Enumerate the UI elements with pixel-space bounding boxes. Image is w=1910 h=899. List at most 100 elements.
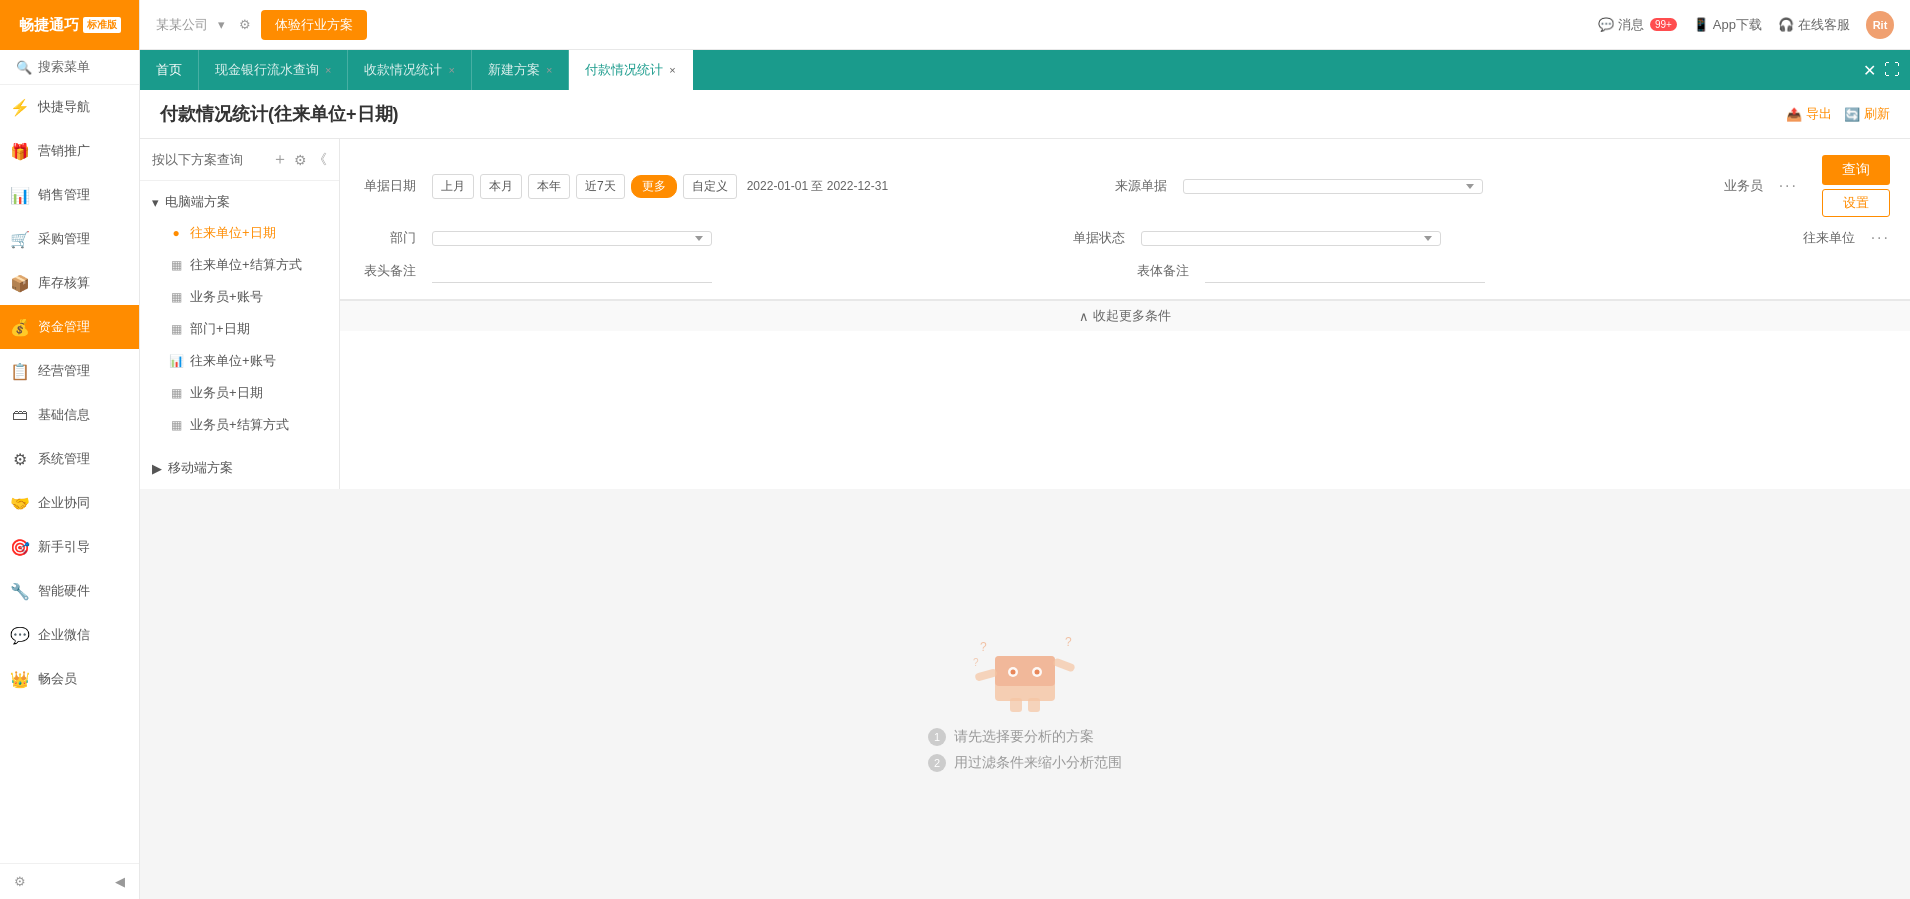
more-btn[interactable]: 更多: [631, 175, 677, 198]
nav-label: 新手引导: [38, 538, 90, 556]
sidebar-item-basic[interactable]: 🗃 基础信息: [0, 393, 139, 437]
custom-btn[interactable]: 自定义: [683, 174, 737, 199]
system-icon: ⚙: [10, 449, 30, 469]
tab-home[interactable]: 首页: [140, 50, 199, 90]
sidebar-item-corp[interactable]: 🤝 企业协同: [0, 481, 139, 525]
app-download-btn[interactable]: 📱 App下载: [1693, 16, 1762, 34]
sidebar-item-system[interactable]: ⚙ 系统管理: [0, 437, 139, 481]
data-area: ? ? ? 1 请先选择要分析的方案 2 用过滤条件来缩小分析范围: [140, 489, 1910, 899]
bottom-settings-icon[interactable]: ⚙: [14, 874, 26, 889]
sidebar-logo: 畅捷通巧 标准版: [0, 0, 139, 50]
refresh-label: 刷新: [1864, 105, 1890, 123]
nav-label: 经营管理: [38, 362, 90, 380]
scheme-settings-icon[interactable]: ⚙: [294, 152, 307, 168]
staff-label: 业务员: [1707, 177, 1763, 195]
maximize-icon[interactable]: ⛶: [1884, 61, 1900, 79]
dropdown-icon[interactable]: ▾: [218, 17, 225, 32]
scheme-item-staff-settle[interactable]: ▦ 业务员+结算方式: [140, 409, 339, 441]
tab-payment-stats[interactable]: 付款情况统计 ×: [569, 50, 692, 90]
settings-icon[interactable]: ⚙: [239, 17, 251, 32]
bill-status-label: 单据状态: [1069, 229, 1125, 247]
prev-month-btn[interactable]: 上月: [432, 174, 474, 199]
svg-rect-9: [1028, 698, 1040, 712]
purchase-icon: 🛒: [10, 229, 30, 249]
scheme-item-partner-account[interactable]: 📊 往来单位+账号: [140, 345, 339, 377]
scheme-item-staff-account[interactable]: ▦ 业务员+账号: [140, 281, 339, 313]
user-avatar[interactable]: Rit: [1866, 11, 1894, 39]
collapse-conditions-btn[interactable]: ∧ 收起更多条件: [340, 300, 1910, 331]
tip-text-2: 用过滤条件来缩小分析范围: [954, 754, 1122, 772]
nav-label: 营销推广: [38, 142, 90, 160]
bill-status-select[interactable]: [1141, 231, 1441, 246]
sidebar-item-purchase[interactable]: 🛒 采购管理: [0, 217, 139, 261]
scheme-group-mobile-title[interactable]: ▶ 移动端方案: [140, 453, 339, 483]
tab-payment-stats-close[interactable]: ×: [669, 64, 675, 76]
sidebar-item-guide[interactable]: 🎯 新手引导: [0, 525, 139, 569]
source-label: 来源单据: [1111, 177, 1167, 195]
cur-year-btn[interactable]: 本年: [528, 174, 570, 199]
source-select[interactable]: [1183, 179, 1483, 194]
recent-7-btn[interactable]: 近7天: [576, 174, 625, 199]
partner-dots-btn[interactable]: ···: [1871, 229, 1890, 247]
message-icon: 💬: [1598, 17, 1614, 32]
sidebar-item-operation[interactable]: 📋 经营管理: [0, 349, 139, 393]
export-btn[interactable]: 📤 导出: [1786, 105, 1832, 123]
sidebar-search[interactable]: 🔍 搜索菜单: [0, 50, 139, 85]
scheme-group-mobile: ▶ 移动端方案: [140, 447, 339, 489]
scheme-item-partner-date[interactable]: ● 往来单位+日期: [140, 217, 339, 249]
sidebar-item-member[interactable]: 👑 畅会员: [0, 657, 139, 701]
sidebar-item-inventory[interactable]: 📦 库存核算: [0, 261, 139, 305]
dept-dropdown-icon: [695, 236, 703, 241]
sidebar-item-wechat[interactable]: 💬 企业微信: [0, 613, 139, 657]
add-scheme-icon[interactable]: ＋: [272, 149, 288, 170]
guide-icon: 🎯: [10, 537, 30, 557]
trial-btn[interactable]: 体验行业方案: [261, 10, 367, 40]
empty-tips: 1 请先选择要分析的方案 2 用过滤条件来缩小分析范围: [928, 728, 1122, 772]
body-note-input[interactable]: [1205, 259, 1485, 283]
sidebar-item-sales[interactable]: 📊 销售管理: [0, 173, 139, 217]
dept-select[interactable]: [432, 231, 712, 246]
scheme-item-staff-date[interactable]: ▦ 业务员+日期: [140, 377, 339, 409]
finance-icon: 💰: [10, 317, 30, 337]
hardware-icon: 🔧: [10, 581, 30, 601]
bottom-collapse-icon[interactable]: ◀: [115, 874, 125, 889]
tab-new-scheme[interactable]: 新建方案 ×: [472, 50, 569, 90]
close-all-tabs-icon[interactable]: ✕: [1863, 61, 1876, 80]
collapse-label: 收起更多条件: [1093, 307, 1171, 325]
staff-dots-btn[interactable]: ···: [1779, 177, 1798, 195]
header-note-input[interactable]: [432, 259, 712, 283]
tab-bank-flow-close[interactable]: ×: [325, 64, 331, 76]
sidebar-item-quick-nav[interactable]: ⚡ 快捷导航: [0, 85, 139, 129]
tab-receipt-stats-close[interactable]: ×: [448, 64, 454, 76]
refresh-btn[interactable]: 🔄 刷新: [1844, 105, 1890, 123]
scheme-group-desktop-title[interactable]: ▾ 电脑端方案: [140, 187, 339, 217]
svg-point-4: [1011, 670, 1016, 675]
sidebar-item-hardware[interactable]: 🔧 智能硬件: [0, 569, 139, 613]
scheme-icon-6: ▦: [168, 417, 184, 433]
source-dropdown-icon: [1466, 184, 1474, 189]
search-icon: 🔍: [16, 60, 32, 75]
empty-state: ? ? ? 1 请先选择要分析的方案 2 用过滤条件来缩小分析范围: [928, 616, 1122, 772]
sidebar-item-finance[interactable]: 💰 资金管理: [0, 305, 139, 349]
filter-row-3: 表头备注 表体备注: [360, 259, 1890, 283]
message-badge: 99+: [1650, 18, 1677, 31]
settings-btn[interactable]: 设置: [1822, 189, 1890, 217]
tab-bank-flow[interactable]: 现金银行流水查询 ×: [199, 50, 348, 90]
export-icon: 📤: [1786, 107, 1802, 122]
scheme-item-partner-settle[interactable]: ▦ 往来单位+结算方式: [140, 249, 339, 281]
online-service-btn[interactable]: 🎧 在线客服: [1778, 16, 1850, 34]
quick-nav-icon: ⚡: [10, 97, 30, 117]
sidebar-nav: ⚡ 快捷导航 🎁 营销推广 📊 销售管理 🛒 采购管理 📦 库存核算 💰 资金管…: [0, 85, 139, 863]
cur-month-btn[interactable]: 本月: [480, 174, 522, 199]
collapse-scheme-icon[interactable]: 《: [313, 151, 327, 169]
query-btn[interactable]: 查询: [1822, 155, 1890, 185]
scheme-item-dept-date[interactable]: ▦ 部门+日期: [140, 313, 339, 345]
tab-new-scheme-close[interactable]: ×: [546, 64, 552, 76]
tab-controls: ✕ ⛶: [1853, 50, 1910, 90]
tip-num-1: 1: [928, 728, 946, 746]
refresh-icon: 🔄: [1844, 107, 1860, 122]
sidebar-item-marketing[interactable]: 🎁 营销推广: [0, 129, 139, 173]
message-btn[interactable]: 💬 消息 99+: [1598, 16, 1677, 34]
tip-num-2: 2: [928, 754, 946, 772]
tab-receipt-stats[interactable]: 收款情况统计 ×: [348, 50, 471, 90]
